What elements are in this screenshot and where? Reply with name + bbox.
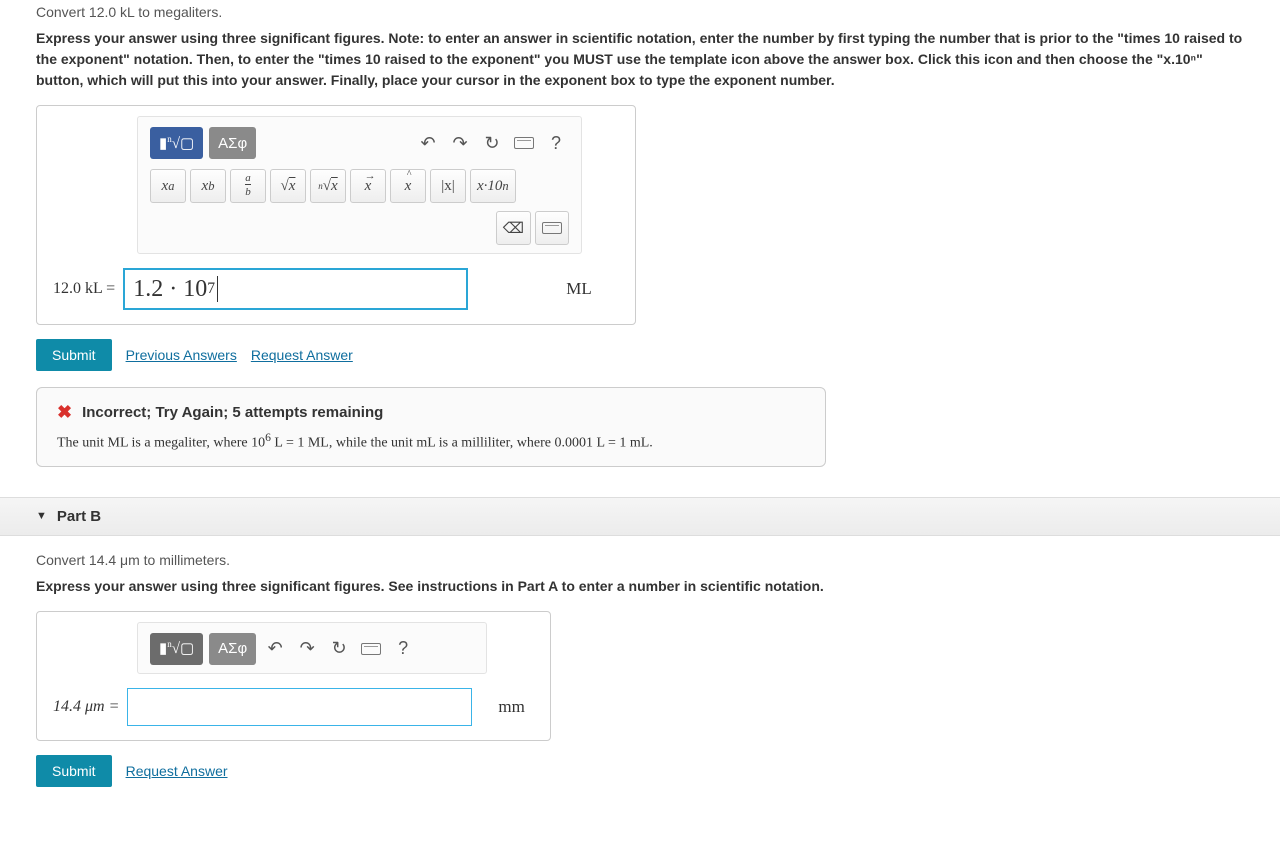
nroot-button[interactable]: n√x xyxy=(310,169,346,203)
partB-button-row: Submit Request Answer xyxy=(36,755,1244,787)
fraction-button[interactable]: ab xyxy=(230,169,266,203)
sqrt-button[interactable]: √x xyxy=(270,169,306,203)
partA-unit: ML xyxy=(566,279,592,299)
partB-templates-tab[interactable]: ▮n√▢ xyxy=(150,633,203,665)
undo-icon[interactable]: ↶ xyxy=(415,130,441,156)
partB-request-answer-link[interactable]: Request Answer xyxy=(126,763,228,779)
partB-instruction: Express your answer using three signific… xyxy=(36,576,1244,597)
feedback-head-text: Incorrect; Try Again; 5 attempts remaini… xyxy=(82,404,383,421)
partB-submit-button[interactable]: Submit xyxy=(36,755,112,787)
partB-instruction-text: Express your answer using three signific… xyxy=(36,578,824,594)
partB-greek-tab[interactable]: ΑΣφ xyxy=(209,633,256,665)
partB-prompt-text: Convert 14.4 μm to millimeters. xyxy=(36,552,230,568)
partA-request-answer-link[interactable]: Request Answer xyxy=(251,347,353,363)
partB-keyboard-icon[interactable] xyxy=(358,636,384,662)
partA-answer-row: 12.0 kL = 1.2 · 107 ML xyxy=(47,268,625,310)
partB-answer-input[interactable] xyxy=(127,688,472,726)
partA-answer-card: ▮n√▢ ΑΣφ ↶ ↷ ↻ ? xa xb ab √x n√x x→ x^ xyxy=(36,105,636,325)
templates-tab[interactable]: ▮n√▢ xyxy=(150,127,203,159)
partB-toolbar: ▮n√▢ ΑΣφ ↶ ↷ ↻ ? xyxy=(137,622,487,674)
sci-notation-button[interactable]: x·10n xyxy=(470,169,516,203)
hat-button[interactable]: x^ xyxy=(390,169,426,203)
partB-header[interactable]: ▼ Part B xyxy=(0,497,1280,536)
partB-header-label: Part B xyxy=(57,508,101,525)
greek-tab[interactable]: ΑΣφ xyxy=(209,127,256,159)
partB-undo-icon[interactable]: ↶ xyxy=(262,636,288,662)
feedback-body: The unit ML is a megaliter, where 106 L … xyxy=(57,431,805,452)
partA-button-row: Submit Previous Answers Request Answer xyxy=(36,339,1244,371)
previous-answers-link[interactable]: Previous Answers xyxy=(126,347,237,363)
partB-answer-row: 14.4 μm = mm xyxy=(47,688,540,726)
partB-redo-icon[interactable]: ↷ xyxy=(294,636,320,662)
partA-instruction-text: Express your answer using three signific… xyxy=(36,30,1242,88)
partA-toolbar: ▮n√▢ ΑΣφ ↶ ↷ ↻ ? xa xb ab √x n√x x→ x^ xyxy=(137,116,582,254)
partB-unit: mm xyxy=(498,697,524,717)
greek-tab-label: ΑΣφ xyxy=(218,135,247,152)
abs-button[interactable]: |x| xyxy=(430,169,466,203)
collapse-caret-icon: ▼ xyxy=(36,510,47,522)
partA-prompt: Convert 12.0 kL to megaliters. xyxy=(36,4,1244,20)
reset-icon[interactable]: ↻ xyxy=(479,130,505,156)
partB-lhs: 14.4 μm = xyxy=(53,698,119,716)
backspace-button[interactable]: ⌫ xyxy=(496,211,531,245)
partA-submit-button[interactable]: Submit xyxy=(36,339,112,371)
partB-greek-label: ΑΣφ xyxy=(218,640,247,657)
partB-help-icon[interactable]: ? xyxy=(390,636,416,662)
subscript-button[interactable]: xb xyxy=(190,169,226,203)
keyboard-toggle-button[interactable] xyxy=(535,211,569,245)
redo-icon[interactable]: ↷ xyxy=(447,130,473,156)
vector-button[interactable]: x→ xyxy=(350,169,386,203)
partB-answer-card: ▮n√▢ ΑΣφ ↶ ↷ ↻ ? 14.4 μm = mm xyxy=(36,611,551,741)
feedback-heading: ✖ Incorrect; Try Again; 5 attempts remai… xyxy=(57,402,805,423)
partA-answer-base: 1.2 · 10 xyxy=(133,276,207,303)
keyboard-icon[interactable] xyxy=(511,130,537,156)
partA-instruction: Express your answer using three signific… xyxy=(36,28,1244,91)
text-cursor xyxy=(217,276,218,302)
partA-lhs: 12.0 kL = xyxy=(53,280,115,298)
partA-answer-exp: 7 xyxy=(207,280,215,298)
partB-prompt: Convert 14.4 μm to millimeters. xyxy=(36,552,1244,568)
help-icon[interactable]: ? xyxy=(543,130,569,156)
superscript-button[interactable]: xa xyxy=(150,169,186,203)
partA-prompt-text: Convert 12.0 kL to megaliters. xyxy=(36,4,222,20)
partB-reset-icon[interactable]: ↻ xyxy=(326,636,352,662)
partA-answer-input[interactable]: 1.2 · 107 xyxy=(123,268,468,310)
incorrect-icon: ✖ xyxy=(57,402,72,423)
formula-button-row: xa xb ab √x n√x x→ x^ |x| x·10n xyxy=(150,169,569,203)
feedback-box: ✖ Incorrect; Try Again; 5 attempts remai… xyxy=(36,387,826,467)
